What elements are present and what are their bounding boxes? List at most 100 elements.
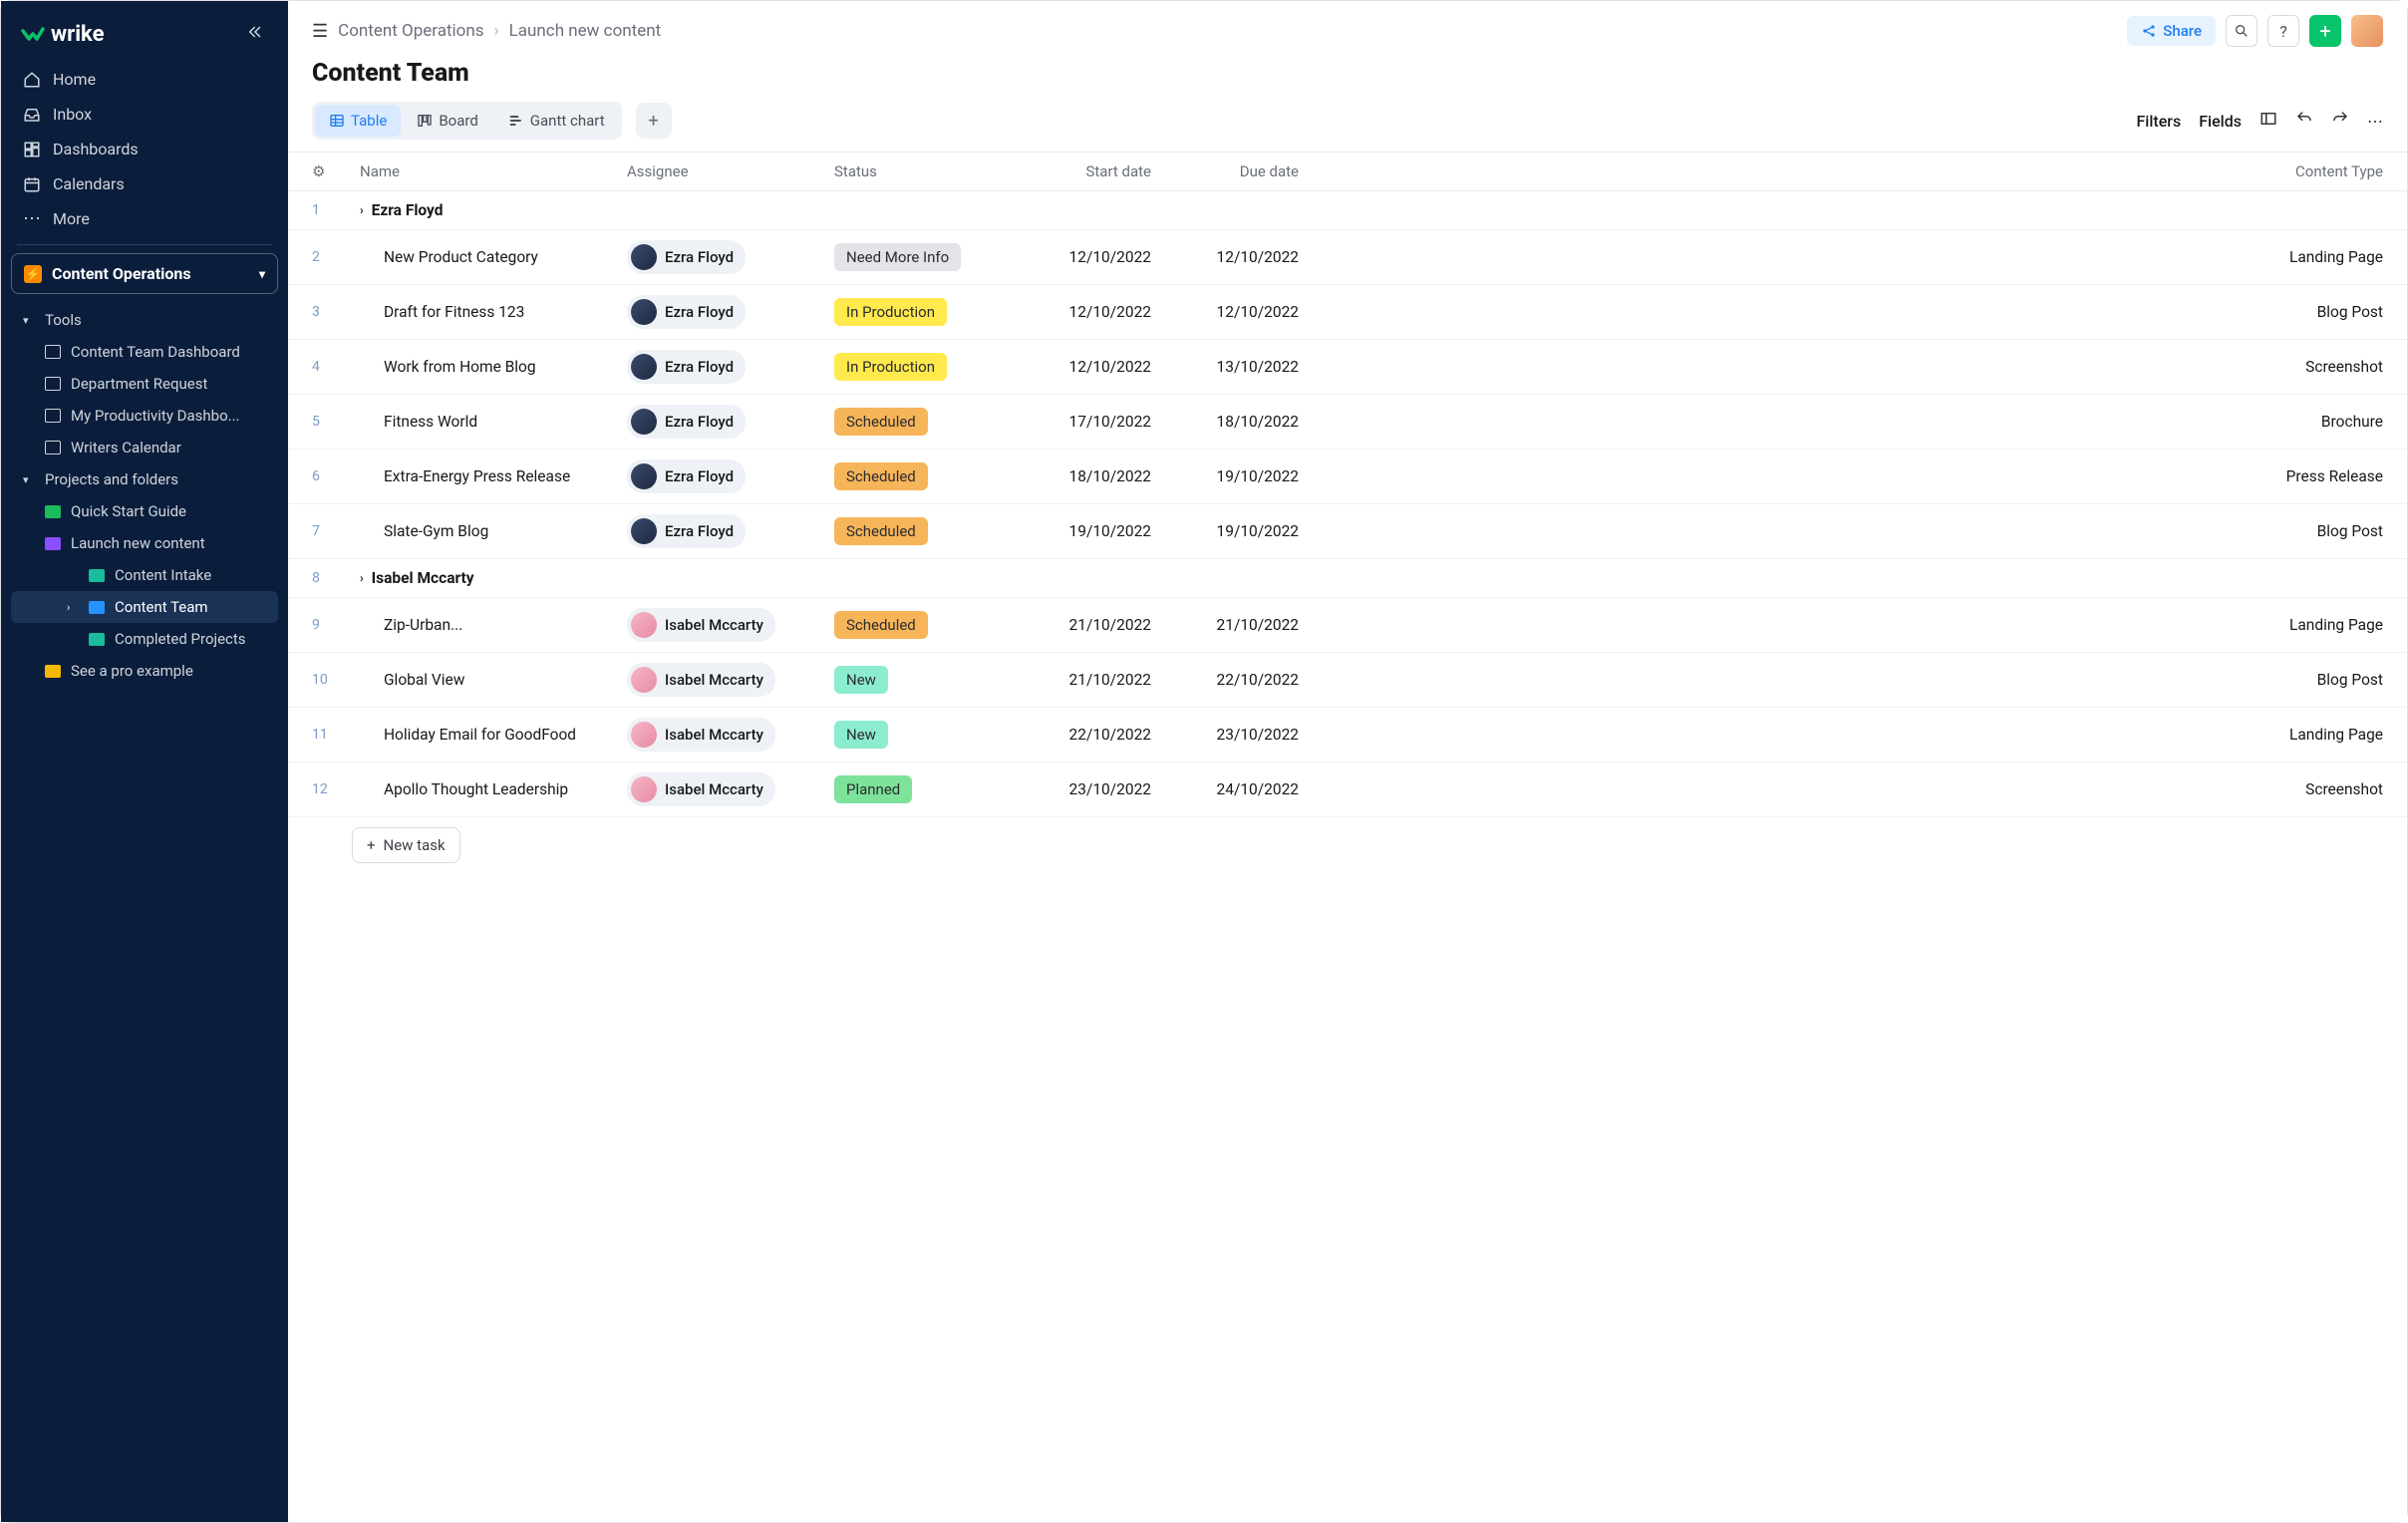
assignee-chip[interactable]: Isabel Mccarty — [627, 772, 775, 806]
plus-icon: + — [2319, 19, 2330, 43]
more-button[interactable]: ⋯ — [2367, 112, 2383, 131]
nav-label: Home — [53, 70, 96, 89]
avatar — [631, 667, 657, 693]
breadcrumb-item[interactable]: Content Operations — [338, 21, 483, 41]
tree-item[interactable]: Quick Start Guide — [11, 495, 278, 527]
assignee-chip[interactable]: Isabel Mccarty — [627, 663, 775, 697]
chevron-right-icon[interactable]: › — [360, 203, 364, 217]
nav-more[interactable]: ⋯More — [11, 201, 278, 236]
tree-item[interactable]: My Productivity Dashbo... — [11, 400, 278, 432]
redo-button[interactable] — [2331, 110, 2349, 132]
row-number: 4 — [312, 359, 352, 375]
status-badge[interactable]: Scheduled — [834, 408, 928, 436]
chevron-right-icon[interactable]: › — [360, 571, 364, 585]
assignee-chip[interactable]: Isabel Mccarty — [627, 718, 775, 752]
table-row[interactable]: 6Extra-Energy Press ReleaseEzra FloydSch… — [288, 450, 2407, 504]
start-date: 22/10/2022 — [1012, 726, 1151, 744]
calendar-icon — [45, 441, 61, 455]
tree-item[interactable]: ›Content Team — [11, 591, 278, 623]
assignee-chip[interactable]: Ezra Floyd — [627, 240, 746, 274]
column-content-type[interactable]: Content Type — [1307, 162, 2383, 180]
table-row[interactable]: 12Apollo Thought LeadershipIsabel Mccart… — [288, 762, 2407, 817]
share-button[interactable]: Share — [2127, 16, 2216, 46]
nav-inbox[interactable]: Inbox — [11, 97, 278, 132]
nav-home[interactable]: Home — [11, 62, 278, 97]
assignee-name: Ezra Floyd — [665, 248, 734, 266]
assignee-cell: Ezra Floyd — [627, 514, 826, 548]
tree-item[interactable]: See a pro example — [11, 655, 278, 687]
add-button[interactable]: + — [2309, 15, 2341, 47]
expand-icon — [2259, 110, 2277, 128]
tree-label: See a pro example — [71, 662, 193, 680]
tree-item[interactable]: Content Intake — [11, 559, 278, 591]
start-date: 21/10/2022 — [1012, 616, 1151, 634]
tree-item[interactable]: Content Team Dashboard — [11, 336, 278, 368]
tree-item[interactable]: Writers Calendar — [11, 432, 278, 463]
assignee-chip[interactable]: Ezra Floyd — [627, 405, 746, 439]
column-due-date[interactable]: Due date — [1159, 162, 1299, 180]
space-selector[interactable]: ⚡ Content Operations ▾ — [11, 253, 278, 294]
add-view-button[interactable]: + — [636, 103, 672, 139]
tree-section[interactable]: ▾Tools — [11, 304, 278, 336]
status-badge[interactable]: Scheduled — [834, 462, 928, 490]
tab-gantt[interactable]: Gantt chart — [494, 105, 619, 137]
tree-item[interactable]: Launch new content — [11, 527, 278, 559]
table-row[interactable]: 4Work from Home BlogEzra FloydIn Product… — [288, 340, 2407, 395]
column-name[interactable]: Name — [360, 162, 619, 180]
fields-button[interactable]: Fields — [2199, 112, 2242, 131]
assignee-chip[interactable]: Isabel Mccarty — [627, 608, 775, 642]
nav-calendars[interactable]: Calendars — [11, 166, 278, 201]
task-name: Global View — [360, 671, 619, 689]
help-button[interactable]: ? — [2267, 15, 2299, 47]
folder-icon — [89, 569, 105, 582]
tree-item[interactable]: Department Request — [11, 368, 278, 400]
table-row[interactable]: 10Global ViewIsabel MccartyNew21/10/2022… — [288, 653, 2407, 708]
task-name: Fitness World — [360, 413, 619, 431]
content-type: Blog Post — [1307, 522, 2383, 540]
status-badge[interactable]: In Production — [834, 298, 947, 326]
status-badge[interactable]: Need More Info — [834, 243, 961, 271]
column-status[interactable]: Status — [834, 162, 1004, 180]
filters-button[interactable]: Filters — [2136, 112, 2181, 131]
nav-dashboards[interactable]: Dashboards — [11, 132, 278, 166]
table-row[interactable]: 5Fitness WorldEzra FloydScheduled17/10/2… — [288, 395, 2407, 450]
status-badge[interactable]: New — [834, 721, 888, 749]
assignee-chip[interactable]: Ezra Floyd — [627, 350, 746, 384]
table-row[interactable]: 3Draft for Fitness 123Ezra FloydIn Produ… — [288, 285, 2407, 340]
column-assignee[interactable]: Assignee — [627, 162, 826, 180]
table-row[interactable]: 7Slate-Gym BlogEzra FloydScheduled19/10/… — [288, 504, 2407, 559]
status-badge[interactable]: Scheduled — [834, 517, 928, 545]
status-cell: New — [834, 666, 1004, 694]
app-logo[interactable]: wrike — [21, 22, 104, 47]
tree-item[interactable]: Completed Projects — [11, 623, 278, 655]
expand-button[interactable] — [2259, 110, 2277, 132]
undo-button[interactable] — [2295, 110, 2313, 132]
table-row[interactable]: 11Holiday Email for GoodFoodIsabel Mccar… — [288, 708, 2407, 762]
assignee-chip[interactable]: Ezra Floyd — [627, 514, 746, 548]
start-date: 23/10/2022 — [1012, 780, 1151, 798]
assignee-chip[interactable]: Ezra Floyd — [627, 295, 746, 329]
menu-button[interactable]: ☰ — [312, 21, 328, 42]
group-row[interactable]: 1›Ezra Floyd — [288, 191, 2407, 230]
search-button[interactable] — [2226, 15, 2258, 47]
user-avatar[interactable] — [2351, 15, 2383, 47]
table-row[interactable]: 2New Product CategoryEzra FloydNeed More… — [288, 230, 2407, 285]
new-task-button[interactable]: + New task — [352, 827, 460, 863]
status-badge[interactable]: Planned — [834, 775, 912, 803]
tab-board[interactable]: Board — [403, 105, 491, 137]
collapse-sidebar-button[interactable] — [242, 19, 268, 50]
tab-table[interactable]: Table — [315, 105, 401, 137]
start-date: 12/10/2022 — [1012, 303, 1151, 321]
calendar-icon — [23, 175, 41, 193]
status-badge[interactable]: New — [834, 666, 888, 694]
table-row[interactable]: 9Zip-Urban...Isabel MccartyScheduled21/1… — [288, 598, 2407, 653]
tree-section[interactable]: ▾Projects and folders — [11, 463, 278, 495]
column-start-date[interactable]: Start date — [1012, 162, 1151, 180]
table-settings-button[interactable]: ⚙ — [312, 162, 352, 180]
status-badge[interactable]: Scheduled — [834, 611, 928, 639]
assignee-chip[interactable]: Ezra Floyd — [627, 459, 746, 493]
group-row[interactable]: 8›Isabel Mccarty — [288, 559, 2407, 598]
gantt-icon — [508, 113, 524, 129]
breadcrumb-item[interactable]: Launch new content — [509, 21, 662, 41]
status-badge[interactable]: In Production — [834, 353, 947, 381]
